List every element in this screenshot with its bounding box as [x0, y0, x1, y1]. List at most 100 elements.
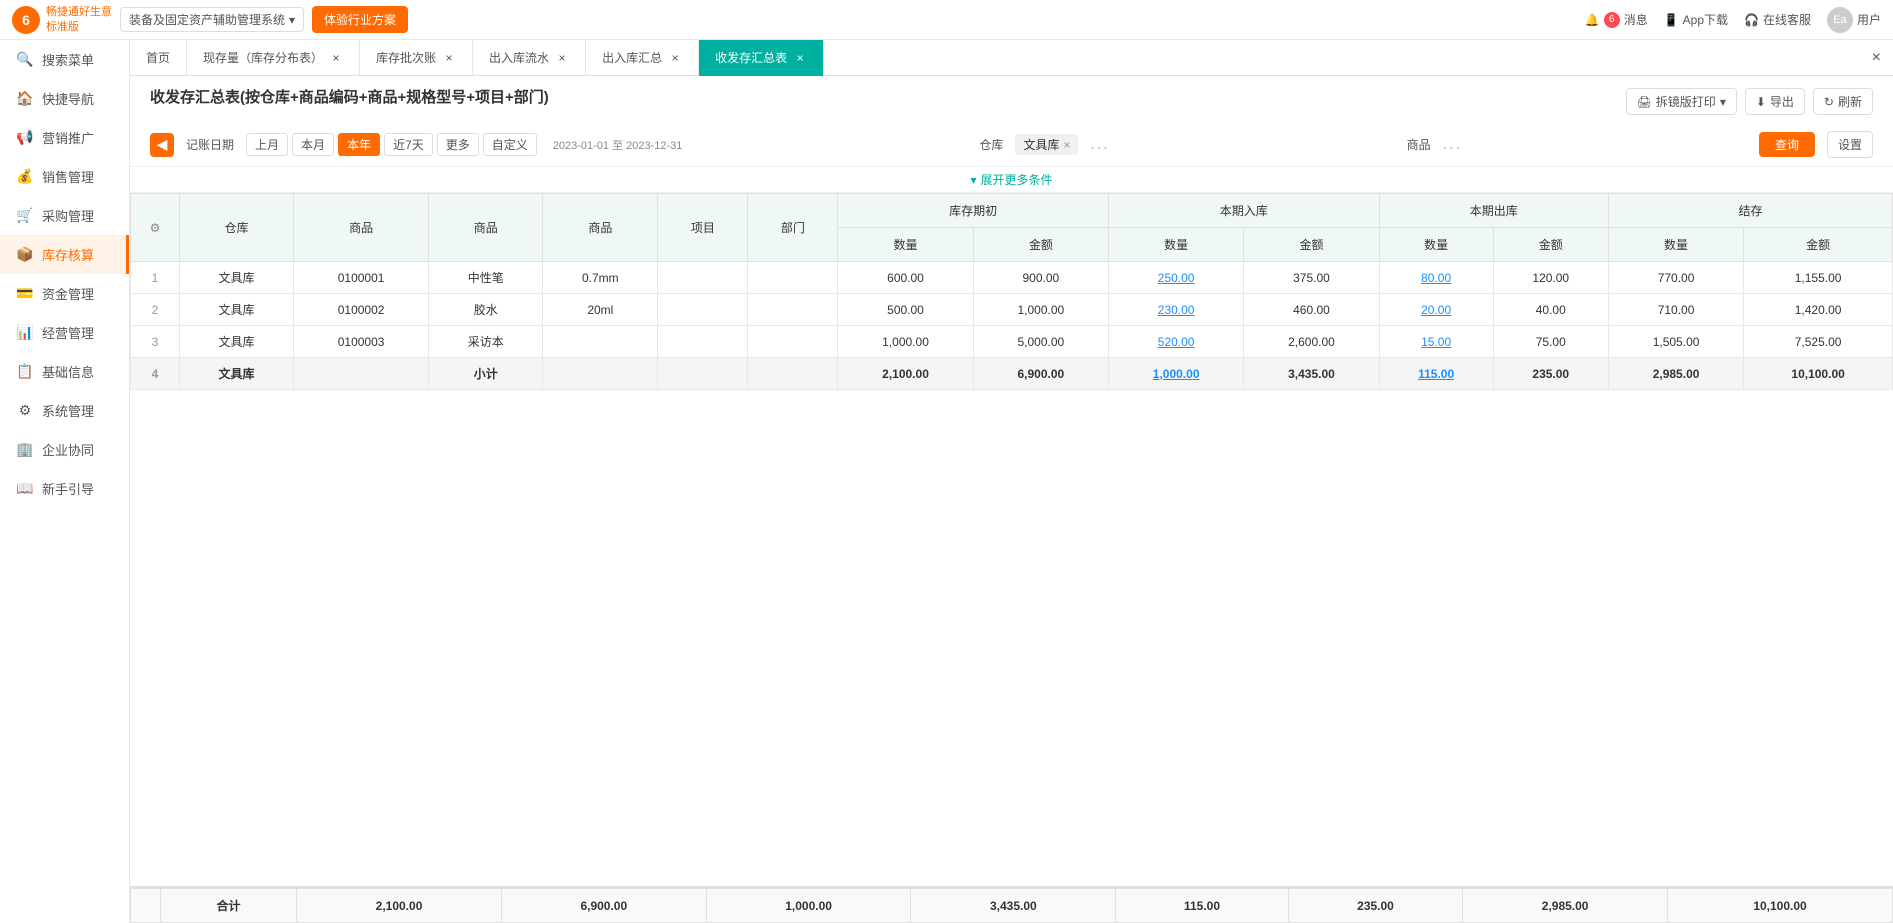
col-header-warehouse: 仓库: [180, 194, 294, 262]
warehouse-dots[interactable]: ...: [1090, 136, 1109, 154]
subtotal-out-qty[interactable]: 115.00: [1379, 358, 1493, 390]
row-dept: [748, 294, 838, 326]
sidebar-item-system[interactable]: ⚙ 系统管理: [0, 391, 129, 430]
table-row: 3 文具库 0100003 采访本 1,000.00 5,000.00 520.…: [131, 326, 1893, 358]
row-num: 3: [131, 326, 180, 358]
subtotal-in-qty[interactable]: 1,000.00: [1108, 358, 1243, 390]
date-btn-last-month[interactable]: 上月: [246, 133, 288, 156]
sidebar-item-purchase[interactable]: 🛒 采购管理: [0, 196, 129, 235]
bell-icon: 🔔: [1585, 13, 1600, 27]
row-out-qty-link[interactable]: 80.00: [1379, 262, 1493, 294]
row-num: 1: [131, 262, 180, 294]
date-btn-this-year[interactable]: 本年: [338, 133, 380, 156]
sidebar-item-basic-info[interactable]: 📋 基础信息: [0, 352, 129, 391]
sidebar-item-enterprise[interactable]: 🏢 企业协同: [0, 430, 129, 469]
row-out-amt: 120.00: [1493, 262, 1608, 294]
date-btn-7days[interactable]: 近7天: [384, 133, 433, 156]
row-out-qty-link[interactable]: 15.00: [1379, 326, 1493, 358]
row-open-qty: 500.00: [838, 294, 973, 326]
app-download-item[interactable]: 📱 App下载: [1664, 11, 1728, 28]
table-settings-icon[interactable]: ⚙: [141, 214, 169, 242]
list-icon: 📋: [16, 363, 34, 380]
tab-inout-summary[interactable]: 出入库汇总 ×: [586, 40, 699, 76]
total-table: 合计 2,100.00 6,900.00 1,000.00 3,435.00 1…: [130, 888, 1893, 923]
settings-button[interactable]: 设置: [1827, 131, 1873, 158]
tab-home[interactable]: 首页: [130, 40, 187, 76]
app-title-box[interactable]: 装备及固定资产辅助管理系统 ▾: [120, 7, 304, 32]
expand-conditions-button[interactable]: ▾ 展开更多条件: [970, 171, 1052, 188]
refresh-button[interactable]: ↻ 刷新: [1813, 88, 1873, 115]
row-bal-qty: 1,505.00: [1608, 326, 1743, 358]
row-out-qty-link[interactable]: 20.00: [1379, 294, 1493, 326]
subtotal-empty-spec: [543, 358, 658, 390]
expand-conditions-row: ▾ 展开更多条件: [130, 167, 1893, 193]
subtotal-warehouse: 文具库: [180, 358, 294, 390]
date-btn-custom[interactable]: 自定义: [483, 133, 537, 156]
sub-header-in-qty: 数量: [1108, 228, 1243, 262]
tab-close-inout-flow[interactable]: ×: [555, 51, 569, 65]
book-icon: 📖: [16, 480, 34, 497]
col-header-in: 本期入库: [1108, 194, 1379, 228]
row-code: 0100003: [293, 326, 428, 358]
sidebar-item-quick-nav[interactable]: 🏠 快捷导航: [0, 79, 129, 118]
sidebar-item-beginner[interactable]: 📖 新手引导: [0, 469, 129, 508]
date-btn-group: 上月 本月 本年 近7天 更多 自定义: [246, 133, 537, 156]
sidebar-item-operations[interactable]: 📊 经营管理: [0, 313, 129, 352]
row-bal-amt: 1,420.00: [1744, 294, 1893, 326]
export-button[interactable]: ⬇ 导出: [1745, 88, 1805, 115]
sidebar-item-marketing[interactable]: 📢 营销推广: [0, 118, 129, 157]
tab-close-stock-summary[interactable]: ×: [793, 51, 807, 65]
notifications-item[interactable]: 🔔 6 6 消息: [1585, 11, 1648, 28]
page-title: 收发存汇总表(按仓库+商品编码+商品+规格型号+项目+部门): [150, 86, 549, 107]
row-spec: 20ml: [543, 294, 658, 326]
col-header-code: 商品: [293, 194, 428, 262]
date-btn-more[interactable]: 更多: [437, 133, 479, 156]
warehouse-tag-close[interactable]: ×: [1063, 138, 1070, 152]
row-bal-amt: 7,525.00: [1744, 326, 1893, 358]
date-btn-this-month[interactable]: 本月: [292, 133, 334, 156]
filter-toggle[interactable]: ◀: [150, 133, 174, 157]
logo-icon: 6: [12, 6, 40, 34]
table-row: 1 文具库 0100001 中性笔 0.7mm 600.00 900.00 25…: [131, 262, 1893, 294]
total-open-qty: 2,100.00: [297, 889, 502, 923]
row-in-qty-link[interactable]: 250.00: [1108, 262, 1243, 294]
sub-header-in-amt: 金额: [1244, 228, 1379, 262]
chart-icon: 📊: [16, 324, 34, 341]
tab-close-inventory-dist[interactable]: ×: [329, 51, 343, 65]
col-header-project: 项目: [658, 194, 748, 262]
user-item[interactable]: Ea 用户: [1827, 7, 1881, 33]
top-bar-left: 6 畅捷通好生意 标准版 装备及固定资产辅助管理系统 ▾ 体验行业方案: [12, 5, 408, 34]
row-warehouse: 文具库: [180, 326, 294, 358]
tab-close-batch-account[interactable]: ×: [442, 51, 456, 65]
gear-icon: ⚙: [16, 402, 34, 419]
row-in-amt: 2,600.00: [1244, 326, 1379, 358]
trial-button[interactable]: 体验行业方案: [312, 6, 408, 33]
tab-inout-flow[interactable]: 出入库流水 ×: [473, 40, 586, 76]
subtotal-open-amt: 6,900.00: [973, 358, 1108, 390]
row-code: 0100001: [293, 262, 428, 294]
online-service-item[interactable]: 🎧 在线客服: [1744, 11, 1811, 28]
tab-inventory-dist[interactable]: 现存量（库存分布表） ×: [187, 40, 360, 76]
tab-bar: 首页 现存量（库存分布表） × 库存批次账 × 出入库流水 × 出入库汇总 ×: [130, 40, 1893, 76]
sidebar-item-search[interactable]: 🔍 搜索菜单: [0, 40, 129, 79]
subtotal-empty-dept: [748, 358, 838, 390]
row-warehouse: 文具库: [180, 262, 294, 294]
sidebar-item-sales[interactable]: 💰 销售管理: [0, 157, 129, 196]
tab-close-inout-summary[interactable]: ×: [668, 51, 682, 65]
goods-dots[interactable]: ...: [1443, 136, 1462, 154]
row-in-qty-link[interactable]: 520.00: [1108, 326, 1243, 358]
sidebar-item-finance[interactable]: 💳 资金管理: [0, 274, 129, 313]
print-button[interactable]: 🖨 拆镜版打印 ▾: [1626, 88, 1737, 115]
notification-badge: 6: [1604, 12, 1620, 28]
tab-stock-summary[interactable]: 收发存汇总表 ×: [699, 40, 824, 76]
row-out-amt: 75.00: [1493, 326, 1608, 358]
home-icon: 🏠: [16, 90, 34, 107]
tab-batch-account[interactable]: 库存批次账 ×: [360, 40, 473, 76]
close-page-btn[interactable]: ×: [1860, 49, 1893, 67]
row-in-qty-link[interactable]: 230.00: [1108, 294, 1243, 326]
sidebar: 🔍 搜索菜单 🏠 快捷导航 📢 营销推广 💰 销售管理 🛒 采购管理 📦: [0, 40, 130, 923]
sidebar-item-inventory[interactable]: 📦 库存核算: [0, 235, 129, 274]
subtotal-empty-code: [293, 358, 428, 390]
app-container: 6 畅捷通好生意 标准版 装备及固定资产辅助管理系统 ▾ 体验行业方案 🔔 6 …: [0, 0, 1893, 923]
query-button[interactable]: 查询: [1759, 132, 1815, 157]
